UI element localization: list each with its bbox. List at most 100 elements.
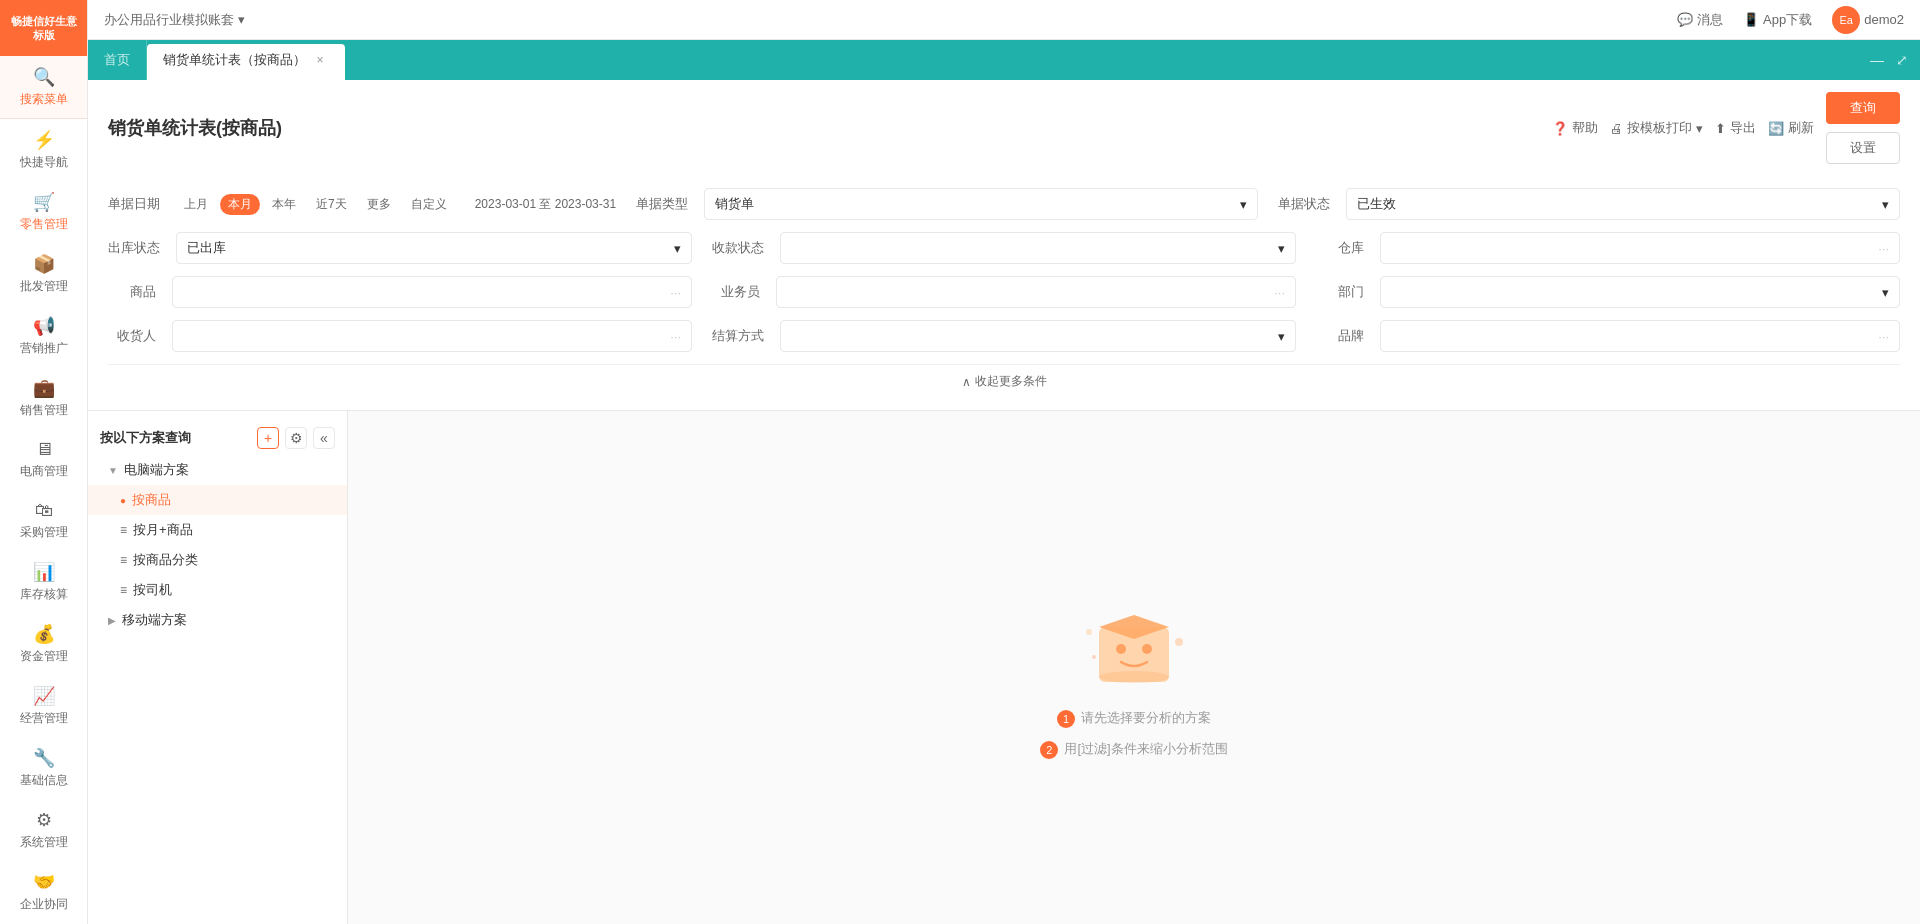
doc-status-label: 单据状态 bbox=[1278, 195, 1338, 213]
dept-select[interactable]: ▾ bbox=[1380, 276, 1900, 308]
date-pill-more[interactable]: 更多 bbox=[359, 194, 399, 215]
print-dropdown-icon: ▾ bbox=[1696, 121, 1703, 136]
sidebar-item-sales[interactable]: 💼 销售管理 bbox=[0, 367, 88, 429]
export-btn[interactable]: ⬆ 导出 bbox=[1715, 119, 1756, 137]
svg-point-6 bbox=[1175, 638, 1183, 646]
filter-row-4: 收货人 ··· 结算方式 ▾ 品牌 bbox=[108, 320, 1900, 352]
out-status-select[interactable]: 已出库 ▾ bbox=[176, 232, 692, 264]
date-pill-last-month[interactable]: 上月 bbox=[176, 194, 216, 215]
salesperson-select[interactable]: ··· bbox=[776, 276, 1296, 308]
doc-type-dropdown-icon: ▾ bbox=[1240, 197, 1247, 212]
sidebar-logo: 畅捷信好生意 标版 bbox=[0, 0, 88, 56]
svg-point-5 bbox=[1086, 629, 1092, 635]
sidebar-sales-label: 销售管理 bbox=[20, 402, 68, 419]
dropdown-icon: ▾ bbox=[238, 12, 245, 27]
tab-maximize-btn[interactable]: ⤢ bbox=[1892, 48, 1912, 72]
salesperson-more-icon: ··· bbox=[1274, 285, 1285, 300]
doc-type-select[interactable]: 销货单 ▾ bbox=[704, 188, 1258, 220]
doc-status-select[interactable]: 已生效 ▾ bbox=[1346, 188, 1900, 220]
sidebar-item-basic[interactable]: 🔧 基础信息 bbox=[0, 737, 88, 799]
sidebar-item-enterprise[interactable]: 🤝 企业协同 bbox=[0, 861, 88, 923]
message-btn[interactable]: 💬 消息 bbox=[1677, 11, 1723, 29]
user-name: demo2 bbox=[1864, 12, 1904, 27]
collapse-bar[interactable]: ∧ 收起更多条件 bbox=[108, 364, 1900, 398]
item-icon-category: ≡ bbox=[120, 553, 127, 567]
user-info[interactable]: Ea demo2 bbox=[1832, 6, 1904, 34]
main-area: 办公用品行业模拟账套 ▾ 💬 消息 📱 App下载 Ea demo2 首页 bbox=[88, 0, 1920, 924]
hint-num-2: 2 bbox=[1040, 741, 1058, 759]
sidebar-item-operations[interactable]: 📈 经营管理 bbox=[0, 675, 88, 737]
receipt-status-select[interactable]: ▾ bbox=[780, 232, 1296, 264]
sidebar-item-purchase[interactable]: 🛍 采购管理 bbox=[0, 490, 88, 551]
sidebar-item-retail[interactable]: 🛒 零售管理 bbox=[0, 181, 88, 243]
sidebar-item-ecommerce[interactable]: 🖥 电商管理 bbox=[0, 429, 88, 490]
sidebar-item-marketing[interactable]: 📢 营销推广 bbox=[0, 305, 88, 367]
date-pill-this-year[interactable]: 本年 bbox=[264, 194, 304, 215]
tree-section-pc-label: 电脑端方案 bbox=[124, 461, 335, 479]
app-download-btn[interactable]: 📱 App下载 bbox=[1743, 11, 1812, 29]
wholesale-icon: 📦 bbox=[33, 253, 55, 275]
avatar: Ea bbox=[1832, 6, 1860, 34]
warehouse-select[interactable]: ··· bbox=[1380, 232, 1900, 264]
industry-dropdown[interactable]: 办公用品行业模拟账套 ▾ bbox=[104, 11, 245, 29]
search-icon: 🔍 bbox=[33, 66, 55, 88]
sidebar-item-wholesale[interactable]: 📦 批发管理 bbox=[0, 243, 88, 305]
quick-nav-icon: ⚡ bbox=[33, 129, 55, 151]
header-right: 💬 消息 📱 App下载 Ea demo2 bbox=[1677, 6, 1904, 34]
settings-scheme-btn[interactable]: ⚙ bbox=[285, 427, 307, 449]
settlement-select[interactable]: ▾ bbox=[780, 320, 1296, 352]
hint-num-1: 1 bbox=[1057, 710, 1075, 728]
add-scheme-btn[interactable]: + bbox=[257, 427, 279, 449]
tree-item-by-category[interactable]: ≡ 按商品分类 bbox=[88, 545, 347, 575]
date-pill-last-7-days[interactable]: 近7天 bbox=[308, 194, 355, 215]
help-btn[interactable]: ❓ 帮助 bbox=[1552, 119, 1598, 137]
collapse-label: 收起更多条件 bbox=[975, 373, 1047, 390]
brand-label: 品牌 bbox=[1316, 327, 1372, 345]
filter-goods-item: 商品 ··· bbox=[108, 276, 692, 308]
tree-section-mobile[interactable]: ▶ 移动端方案 bbox=[88, 605, 347, 635]
refresh-btn[interactable]: 🔄 刷新 bbox=[1768, 119, 1814, 137]
goods-select[interactable]: ··· bbox=[172, 276, 692, 308]
sidebar-item-quick-nav[interactable]: ⚡ 快捷导航 bbox=[0, 119, 88, 181]
tree-item-by-driver[interactable]: ≡ 按司机 bbox=[88, 575, 347, 605]
tree-arrow-mobile: ▶ bbox=[108, 615, 116, 626]
tree-arrow-pc: ▼ bbox=[108, 465, 118, 476]
tab-active[interactable]: 销货单统计表（按商品） × bbox=[147, 44, 345, 80]
header-left: 办公用品行业模拟账套 ▾ bbox=[104, 11, 245, 29]
sidebar-finance-label: 资金管理 bbox=[20, 648, 68, 665]
tree-item-by-goods[interactable]: ● 按商品 bbox=[88, 485, 347, 515]
sidebar-search-label: 搜索菜单 bbox=[20, 91, 68, 108]
collapse-panel-btn[interactable]: « bbox=[313, 427, 335, 449]
brand-select[interactable]: ··· bbox=[1380, 320, 1900, 352]
sidebar-item-finance[interactable]: 💰 资金管理 bbox=[0, 613, 88, 675]
tab-home[interactable]: 首页 bbox=[88, 40, 147, 80]
tree-item-by-month-goods[interactable]: ≡ 按月+商品 bbox=[88, 515, 347, 545]
tab-close-icon[interactable]: × bbox=[312, 52, 328, 68]
settings-button[interactable]: 设置 bbox=[1826, 132, 1900, 164]
inventory-icon: 📊 bbox=[33, 561, 55, 583]
hint-text-1: 请先选择要分析的方案 bbox=[1081, 709, 1211, 727]
content-area: 销货单统计表(按商品) ❓ 帮助 🖨 按模板打印 ▾ ⬆ 导出 🔄 刷新 bbox=[88, 80, 1920, 924]
tree-section-mobile-label: 移动端方案 bbox=[122, 611, 335, 629]
tree-section-pc[interactable]: ▼ 电脑端方案 bbox=[88, 455, 347, 485]
receipt-status-label: 收款状态 bbox=[712, 239, 772, 257]
split-layout: 按以下方案查询 + ⚙ « ▼ 电脑端方案 ● 按商品 bbox=[88, 411, 1920, 924]
message-icon: 💬 bbox=[1677, 12, 1693, 27]
tab-minimize-btn[interactable]: — bbox=[1866, 48, 1888, 72]
print-btn[interactable]: 🖨 按模板打印 ▾ bbox=[1610, 119, 1703, 137]
retail-icon: 🛒 bbox=[33, 191, 55, 213]
query-button[interactable]: 查询 bbox=[1826, 92, 1900, 124]
item-icon-driver: ≡ bbox=[120, 583, 127, 597]
receiver-select[interactable]: ··· bbox=[172, 320, 692, 352]
sidebar-item-inventory[interactable]: 📊 库存核算 bbox=[0, 551, 88, 613]
purchase-icon: 🛍 bbox=[35, 500, 53, 521]
date-pill-this-month[interactable]: 本月 bbox=[220, 194, 260, 215]
doc-status-value: 已生效 bbox=[1357, 195, 1396, 213]
warehouse-more-icon: ··· bbox=[1878, 241, 1889, 256]
tree-item-by-goods-label: 按商品 bbox=[132, 491, 335, 509]
date-pill-custom[interactable]: 自定义 bbox=[403, 194, 455, 215]
filter-row-3: 商品 ··· 业务员 ··· 部门 bbox=[108, 276, 1900, 308]
doc-type-value: 销货单 bbox=[715, 195, 754, 213]
sidebar-item-search[interactable]: 🔍 搜索菜单 bbox=[0, 56, 88, 119]
sidebar-item-system[interactable]: ⚙ 系统管理 bbox=[0, 799, 88, 861]
